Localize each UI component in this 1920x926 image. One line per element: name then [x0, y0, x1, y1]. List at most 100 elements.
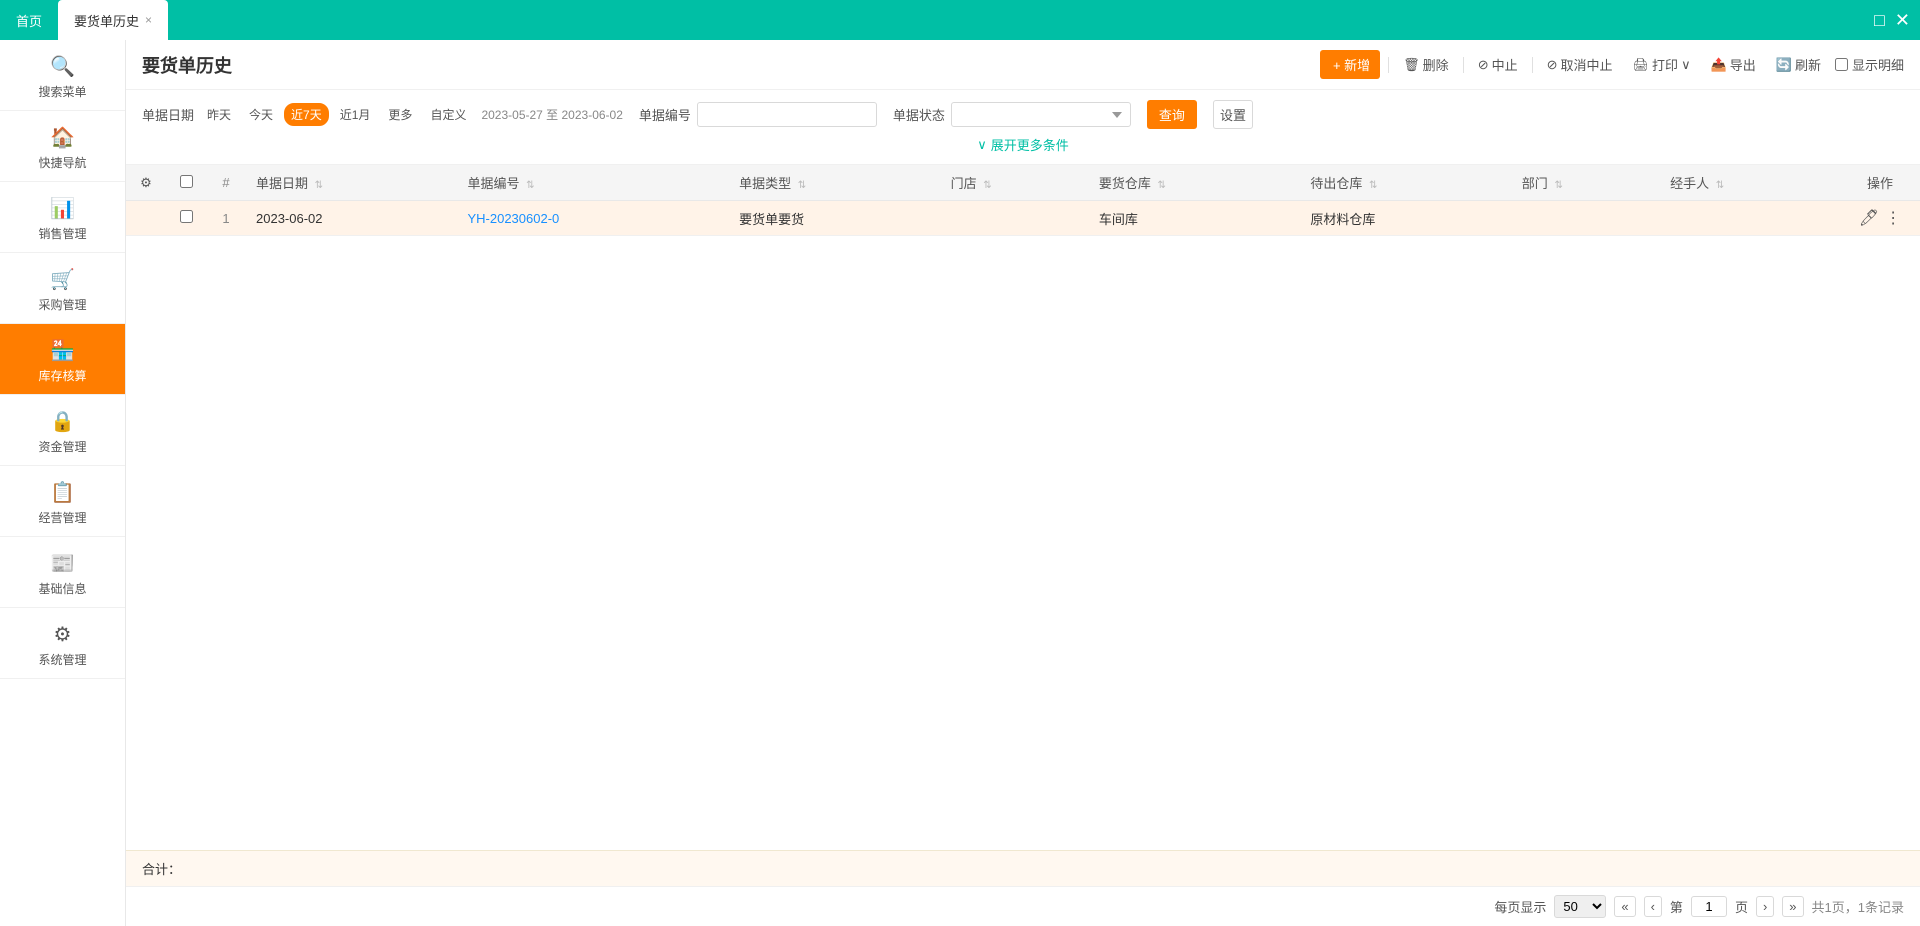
print-icon: 🖨: [1633, 57, 1650, 73]
divider-3: [1532, 57, 1533, 73]
col-doc-date[interactable]: 单据日期 ⇅: [246, 165, 457, 201]
action-delete[interactable]: 🗑删除: [1397, 51, 1455, 78]
select-all-checkbox[interactable]: [180, 175, 193, 188]
col-department[interactable]: 部门 ⇅: [1512, 165, 1660, 201]
jump-label: 第: [1670, 897, 1683, 916]
row-edit-btn-0[interactable]: 🖊: [1859, 208, 1879, 228]
expand-more-btn[interactable]: ∨ 展开更多条件: [142, 135, 1904, 154]
sidebar-item-operation-mgmt[interactable]: 📋 经营管理: [0, 466, 125, 537]
row-checkbox-0[interactable]: [180, 210, 193, 223]
col-pending-warehouse[interactable]: 待出仓库 ⇅: [1300, 165, 1511, 201]
action-print[interactable]: 🖨打印 ∨: [1627, 51, 1697, 78]
per-page-select[interactable]: 2050100: [1554, 895, 1606, 918]
row-settings-cell: [126, 201, 166, 236]
row-checkbox-cell: [166, 201, 206, 236]
date-btn-custom[interactable]: 自定义: [423, 103, 473, 126]
show-detail-checkbox[interactable]: [1835, 58, 1848, 71]
col-checkbox: [166, 165, 206, 201]
docno-label: 单据编号: [639, 105, 691, 124]
sort-doc-date-icon: ⇅: [315, 180, 323, 191]
sidebar-icon-basic-info: 📰: [50, 551, 75, 576]
first-page-btn[interactable]: «: [1614, 896, 1635, 917]
prev-page-btn[interactable]: ‹: [1644, 896, 1662, 917]
header-actions: + 新增 🗑删除 ⊘中止 ⊘取消中止 🖨打印 ∨ 📤导出 🔄刷新显示明细: [1320, 50, 1904, 79]
col-store[interactable]: 门店 ⇅: [941, 165, 1089, 201]
sidebar-item-basic-info[interactable]: 📰 基础信息: [0, 537, 125, 608]
row-req-warehouse-0: 车间库: [1089, 201, 1300, 236]
sort-handler-icon: ⇅: [1716, 180, 1724, 191]
action-cancel-stop[interactable]: ⊘取消中止: [1541, 51, 1619, 78]
row-doc-type-0: 要货单要货: [729, 201, 940, 236]
table-row[interactable]: 1 2023-06-02 YH-20230602-0 要货单要货 车间库 原材料…: [126, 201, 1920, 236]
expand-chevron-icon: ∨: [977, 137, 987, 153]
page-input[interactable]: [1691, 896, 1727, 917]
sort-req-warehouse-icon: ⇅: [1158, 180, 1166, 191]
row-handler-0: [1660, 201, 1840, 236]
row-doc-no-link-0[interactable]: YH-20230602-0: [467, 211, 559, 226]
settings-button[interactable]: 设置: [1213, 100, 1253, 129]
sidebar-item-quick-nav[interactable]: 🏠 快捷导航: [0, 111, 125, 182]
date-filter-group: 单据日期 昨天今天近7天近1月更多自定义 2023-05-27 至 2023-0…: [142, 103, 623, 126]
tab-home[interactable]: 首页: [0, 0, 58, 40]
row-more-btn-0[interactable]: ⋮: [1885, 208, 1901, 228]
row-store-0: [941, 201, 1089, 236]
window-controls: □ ✕: [1874, 10, 1920, 31]
print-dropdown-icon: ∨: [1681, 57, 1691, 73]
tab-close-requisition-history[interactable]: ×: [145, 13, 152, 27]
date-btn-today[interactable]: 今天: [242, 103, 280, 126]
last-page-btn[interactable]: »: [1782, 896, 1803, 917]
divider-2: [1463, 57, 1464, 73]
sidebar-item-system-mgmt[interactable]: ⚙ 系统管理: [0, 608, 125, 679]
sidebar: 🔍 搜索菜单 🏠 快捷导航 📊 销售管理 🛒 采购管理 🏪 库存核算 🔒 资金管…: [0, 40, 126, 926]
status-select[interactable]: [951, 102, 1131, 127]
sidebar-item-finance-mgmt[interactable]: 🔒 资金管理: [0, 395, 125, 466]
page-label: 页: [1735, 897, 1748, 916]
sidebar-label-sales-mgmt: 销售管理: [38, 225, 86, 242]
action-add[interactable]: + 新增: [1320, 50, 1380, 79]
content-area: 要货单历史 + 新增🗑删除⊘中止⊘取消中止🖨打印 ∨📤导出🔄刷新显示明细 单据日…: [126, 40, 1920, 926]
sidebar-label-search-menu: 搜索菜单: [38, 83, 86, 100]
sidebar-item-purchase-mgmt[interactable]: 🛒 采购管理: [0, 253, 125, 324]
action-export[interactable]: 📤导出: [1705, 51, 1762, 78]
sidebar-item-sales-mgmt[interactable]: 📊 销售管理: [0, 182, 125, 253]
close-icon[interactable]: ✕: [1895, 10, 1910, 31]
col-settings[interactable]: ⚙: [126, 165, 166, 201]
date-range-text: 2023-05-27 至 2023-06-02: [481, 106, 622, 123]
sort-department-icon: ⇅: [1554, 180, 1562, 191]
sidebar-label-operation-mgmt: 经营管理: [38, 509, 86, 526]
date-btn-more[interactable]: 更多: [381, 103, 419, 126]
sidebar-label-purchase-mgmt: 采购管理: [38, 296, 86, 313]
col-doc-no[interactable]: 单据编号 ⇅: [457, 165, 729, 201]
date-btn-yesterday[interactable]: 昨天: [200, 103, 238, 126]
maximize-icon[interactable]: □: [1874, 10, 1885, 31]
row-doc-no-0: YH-20230602-0: [457, 201, 729, 236]
sidebar-label-finance-mgmt: 资金管理: [38, 438, 86, 455]
date-btn-last7days[interactable]: 近7天: [284, 103, 329, 126]
col-handler[interactable]: 经手人 ⇅: [1660, 165, 1840, 201]
sidebar-icon-purchase-mgmt: 🛒: [50, 267, 75, 292]
action-refresh[interactable]: 🔄刷新: [1770, 51, 1827, 78]
col-doc-type[interactable]: 单据类型 ⇅: [729, 165, 940, 201]
sidebar-item-search-menu[interactable]: 🔍 搜索菜单: [0, 40, 125, 111]
filter-area: 单据日期 昨天今天近7天近1月更多自定义 2023-05-27 至 2023-0…: [126, 90, 1920, 165]
settings-gear-icon: ⚙: [140, 175, 152, 190]
docno-filter-group: 单据编号: [639, 102, 877, 127]
show-detail-toggle[interactable]: 显示明细: [1835, 55, 1904, 74]
status-filter-group: 单据状态: [893, 102, 1131, 127]
col-req-warehouse[interactable]: 要货仓库 ⇅: [1089, 165, 1300, 201]
sidebar-label-basic-info: 基础信息: [38, 580, 86, 597]
tab-requisition-history[interactable]: 要货单历史×: [58, 0, 168, 40]
table-footer: 合计：: [126, 850, 1920, 886]
table-area: ⚙ # 单据日期 ⇅ 单据编号 ⇅: [126, 165, 1920, 850]
total-info: 共1页，1条记录: [1812, 897, 1904, 916]
sidebar-item-inventory[interactable]: 🏪 库存核算: [0, 324, 125, 395]
date-btn-last1month[interactable]: 近1月: [333, 103, 378, 126]
next-page-btn[interactable]: ›: [1756, 896, 1774, 917]
action-stop[interactable]: ⊘中止: [1472, 51, 1524, 78]
docno-input[interactable]: [697, 102, 877, 127]
date-buttons: 昨天今天近7天近1月更多自定义: [200, 103, 473, 126]
expand-more-label: 展开更多条件: [991, 135, 1069, 154]
query-button[interactable]: 查询: [1147, 100, 1197, 129]
sort-doc-type-icon: ⇅: [798, 180, 806, 191]
top-bar: 首页要货单历史× □ ✕: [0, 0, 1920, 40]
